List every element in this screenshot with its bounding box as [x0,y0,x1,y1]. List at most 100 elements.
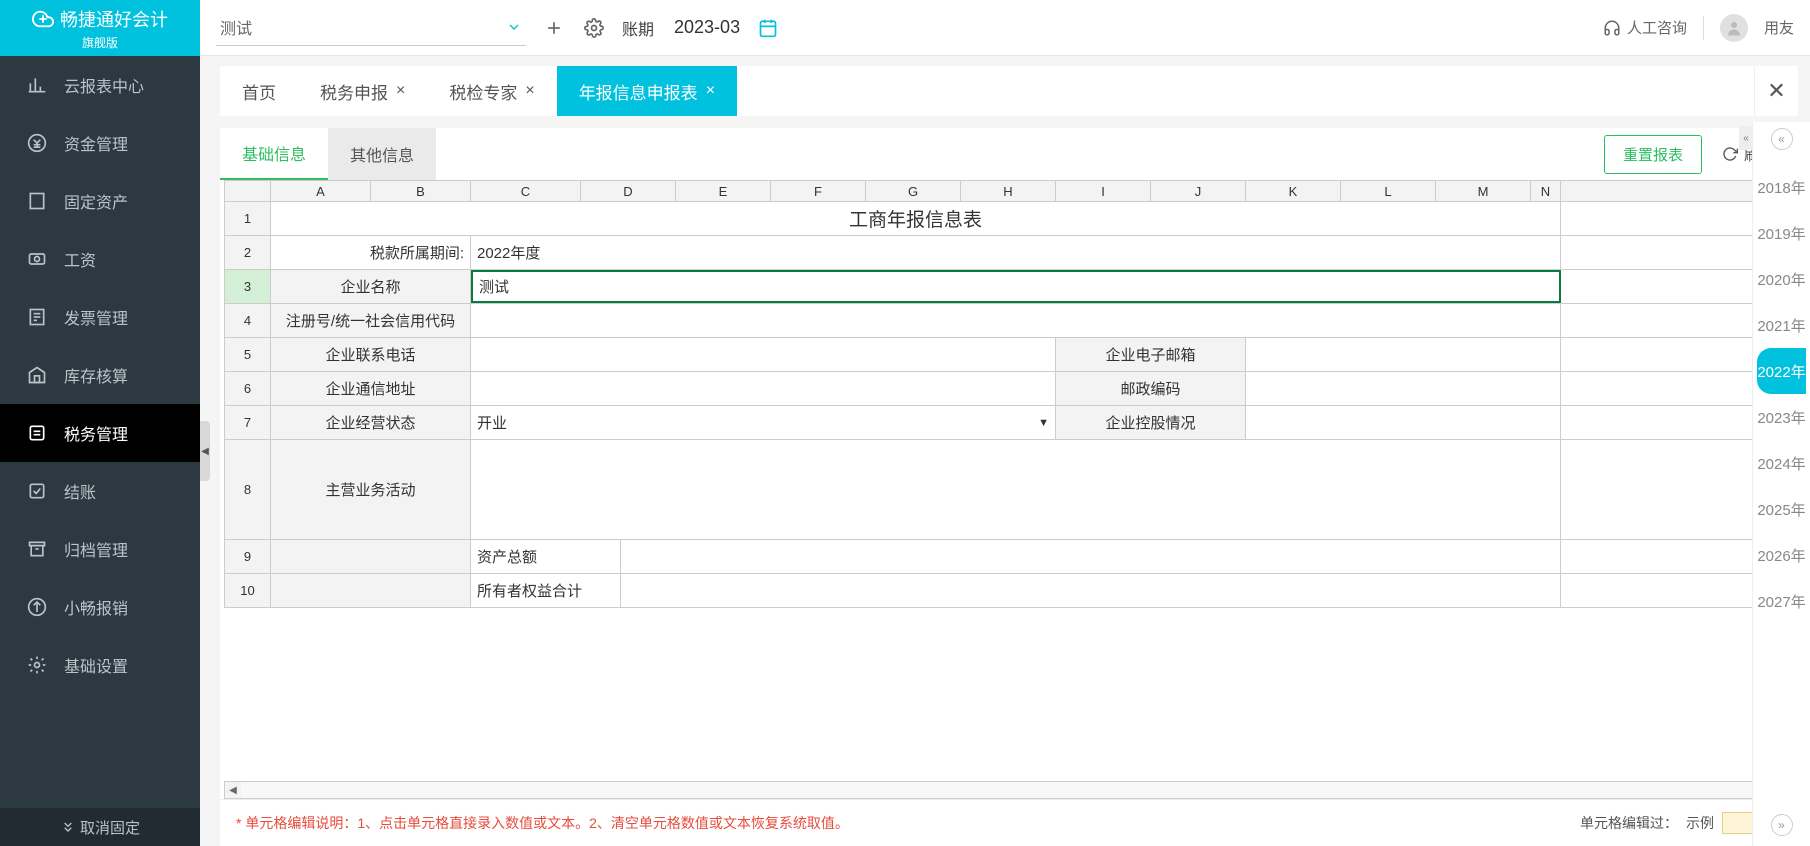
calendar-button[interactable] [756,16,780,40]
col-header-B[interactable]: B [371,181,471,201]
cell-label: 所有者权益合计 [471,574,621,607]
horizontal-scrollbar[interactable]: ◀ ▶ [224,781,1790,799]
cell-value[interactable] [471,304,1561,337]
cell-value[interactable] [471,440,1561,539]
rail-collapse-icon[interactable]: « [1739,126,1753,150]
cell-value[interactable] [621,574,1561,607]
cell-right-value[interactable] [1246,372,1561,405]
year-2018年[interactable]: 2018年 [1757,164,1805,210]
tab-1[interactable]: 税务申报× [298,66,427,116]
cell-value[interactable] [621,540,1561,573]
tab-3[interactable]: 年报信息申报表× [557,66,737,116]
col-header-N[interactable]: N [1531,181,1561,201]
sidebar-item-6[interactable]: 税务管理 [0,404,200,462]
col-header-D[interactable]: D [581,181,676,201]
sidebar-item-label: 结账 [64,479,96,503]
cell-right-value[interactable] [1246,406,1561,439]
sidebar-item-8[interactable]: 归档管理 [0,520,200,578]
cell-right-value[interactable] [1246,338,1561,371]
col-header-E[interactable]: E [676,181,771,201]
row-header-6[interactable]: 6 [225,372,271,405]
row-header-4[interactable]: 4 [225,304,271,337]
year-2019年[interactable]: 2019年 [1757,210,1805,256]
consult-label: 人工咨询 [1627,17,1687,38]
cell-value[interactable] [471,338,1056,371]
sidebar-item-1[interactable]: 资金管理 [0,114,200,172]
dropdown-icon[interactable]: ▼ [1038,417,1049,429]
consult-button[interactable]: 人工咨询 [1603,17,1687,38]
app-header: 畅捷通好会计 旗舰版 测试 账期 2023-03 [0,0,1810,56]
sidebar-item-4[interactable]: 发票管理 [0,288,200,346]
cell-value[interactable] [471,372,1056,405]
col-header-K[interactable]: K [1246,181,1341,201]
year-2021年[interactable]: 2021年 [1757,302,1805,348]
col-header-A[interactable]: A [271,181,371,201]
sidebar-item-label: 小畅报销 [64,595,128,619]
cell-value[interactable]: 2022年度 [471,236,1561,269]
year-2025年[interactable]: 2025年 [1757,486,1805,532]
row-header-5[interactable]: 5 [225,338,271,371]
year-2020年[interactable]: 2020年 [1757,256,1805,302]
sidebar-item-9[interactable]: 小畅报销 [0,578,200,636]
cell-value[interactable]: 开业▼ [471,406,1056,439]
sheet-corner[interactable] [225,181,271,201]
row-header-7[interactable]: 7 [225,406,271,439]
scroll-left-icon[interactable]: ◀ [225,782,241,798]
tab-2[interactable]: 税检专家 × [427,66,556,116]
sidebar-item-label: 税务管理 [64,421,128,445]
sub-tab-0[interactable]: 基础信息 [220,128,328,180]
sidebar-item-label: 工资 [64,247,96,271]
archive-icon [26,538,48,560]
reset-button[interactable]: 重置报表 [1604,135,1702,174]
sidebar-collapse-handle[interactable]: ◀ [200,421,210,481]
tab-0[interactable]: 首页 [220,66,298,116]
cell-right-label: 邮政编码 [1056,372,1246,405]
tab-close-icon[interactable]: × [706,82,715,100]
settings-button[interactable] [582,16,606,40]
rail-down-icon[interactable]: » [1771,814,1793,836]
sidebar-item-5[interactable]: 库存核算 [0,346,200,404]
company-select[interactable]: 测试 [216,10,526,46]
year-2024年[interactable]: 2024年 [1757,440,1805,486]
cell-value[interactable]: 测试 [471,270,1561,303]
tab-label: 税检专家 [449,79,517,104]
cell-label: 税款所属期间: [271,236,471,269]
col-header-M[interactable]: M [1436,181,1531,201]
col-header-C[interactable]: C [471,181,581,201]
rail-up-icon[interactable]: « [1771,128,1793,150]
year-2022年[interactable]: 2022年 [1757,348,1805,394]
sidebar-item-2[interactable]: 固定资产 [0,172,200,230]
sidebar-unpin[interactable]: 取消固定 [0,808,200,846]
col-header-I[interactable]: I [1056,181,1151,201]
year-2023年[interactable]: 2023年 [1757,394,1805,440]
brand-name: 畅捷通好会计 [60,6,168,32]
sub-tab-1[interactable]: 其他信息 [328,128,436,180]
col-header-J[interactable]: J [1151,181,1246,201]
sidebar-item-3[interactable]: 工资 [0,230,200,288]
col-header-G[interactable]: G [866,181,961,201]
settings-icon [26,654,48,676]
add-button[interactable] [542,16,566,40]
sidebar-item-10[interactable]: 基础设置 [0,636,200,694]
cloud-icon [32,8,54,30]
year-2027年[interactable]: 2027年 [1757,578,1805,624]
row-header-2[interactable]: 2 [225,236,271,269]
sidebar-item-7[interactable]: 结账 [0,462,200,520]
row-header-10[interactable]: 10 [225,574,271,607]
close-all-tabs[interactable]: ✕ [1754,66,1798,116]
year-2026年[interactable]: 2026年 [1757,532,1805,578]
tab-close-icon[interactable]: × [525,82,534,100]
sidebar-footer-label: 取消固定 [80,817,140,838]
row-header-3[interactable]: 3 [225,270,271,303]
col-header-L[interactable]: L [1341,181,1436,201]
row-header-8[interactable]: 8 [225,440,271,539]
avatar[interactable] [1720,14,1748,42]
divider [1703,16,1704,40]
sidebar-item-0[interactable]: 云报表中心 [0,56,200,114]
tab-close-icon[interactable]: × [396,82,405,100]
col-header-H[interactable]: H [961,181,1056,201]
row-header-9[interactable]: 9 [225,540,271,573]
row-header-1[interactable]: 1 [225,202,271,235]
sidebar-item-label: 云报表中心 [64,73,144,97]
col-header-F[interactable]: F [771,181,866,201]
